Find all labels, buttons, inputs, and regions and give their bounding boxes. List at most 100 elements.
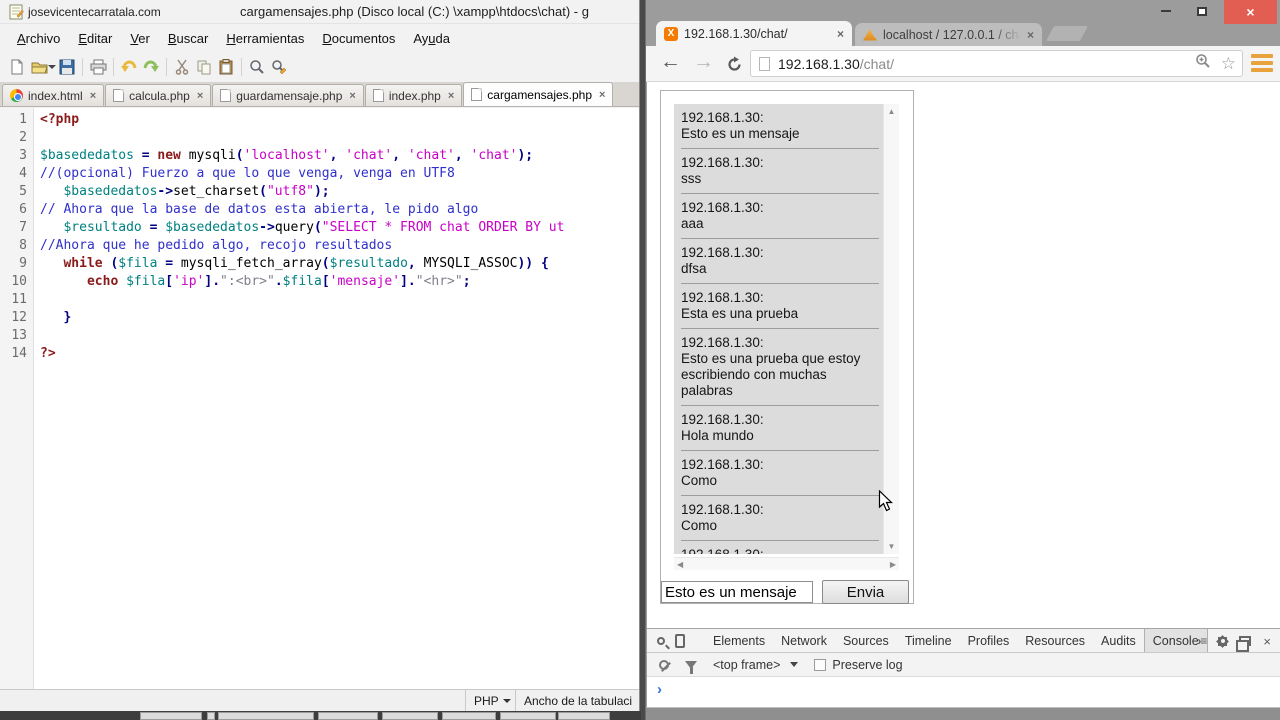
- devtools-tab-network[interactable]: Network: [773, 629, 835, 652]
- tab-close-icon[interactable]: ×: [349, 90, 355, 102]
- taskbar-item[interactable]: [382, 712, 438, 720]
- message-text: Como: [681, 473, 718, 488]
- chrome-file-icon: [10, 89, 23, 102]
- devtools-tab-resources[interactable]: Resources: [1017, 629, 1093, 652]
- code-token: 'chat': [345, 148, 393, 163]
- undo-icon[interactable]: [118, 57, 140, 77]
- devtools-tab-audits[interactable]: Audits: [1093, 629, 1144, 652]
- mouse-cursor: [878, 490, 893, 512]
- redo-icon[interactable]: [140, 57, 162, 77]
- editor-tab-cargamensajes.php[interactable]: cargamensajes.php ×: [463, 82, 614, 106]
- url-text[interactable]: 192.168.1.30/chat/: [778, 56, 1195, 72]
- scroll-up-icon[interactable]: ▲: [884, 107, 899, 116]
- tab-close-icon[interactable]: ×: [599, 89, 605, 101]
- settings-gear-icon[interactable]: [1218, 636, 1228, 646]
- code-line: while ($fila = mysqli_fetch_array($resul…: [40, 255, 564, 273]
- copy-icon[interactable]: [193, 57, 215, 77]
- devtools-tab-timeline[interactable]: Timeline: [897, 629, 960, 652]
- new-file-icon[interactable]: [6, 57, 28, 77]
- clear-console-icon[interactable]: [659, 659, 669, 670]
- tab-close-icon[interactable]: ×: [1027, 28, 1034, 42]
- frame-selector-caret[interactable]: [790, 662, 799, 667]
- frame-selector[interactable]: <top frame>: [713, 658, 780, 672]
- scroll-right-icon[interactable]: ▶: [890, 560, 896, 569]
- browser-tab-1[interactable]: X 192.168.1.30/chat/ ×: [656, 21, 852, 46]
- devtools-panel: Elements Network Sources Timeline Profiles Re…: [647, 628, 1280, 707]
- reload-button[interactable]: [726, 55, 743, 79]
- find-icon[interactable]: [246, 57, 268, 77]
- open-file-icon[interactable]: [28, 57, 50, 77]
- tab-close-icon[interactable]: ×: [837, 27, 844, 41]
- window-maximize-button[interactable]: [1188, 0, 1216, 22]
- chrome-menu-icon[interactable]: [1251, 54, 1273, 72]
- save-icon[interactable]: [56, 57, 78, 77]
- window-minimize-button[interactable]: [1152, 0, 1180, 22]
- paste-icon[interactable]: [215, 57, 237, 77]
- filter-icon[interactable]: [685, 660, 697, 674]
- taskbar-item[interactable]: [207, 712, 215, 720]
- code-token: =: [165, 256, 181, 271]
- code-token: );: [313, 184, 330, 199]
- replace-icon[interactable]: [268, 57, 290, 77]
- vertical-scrollbar[interactable]: ▲ ▼: [883, 104, 899, 554]
- devtools-close-icon[interactable]: ×: [1263, 634, 1271, 649]
- horizontal-scrollbar[interactable]: ◀ ▶: [674, 557, 899, 570]
- print-icon[interactable]: [87, 57, 109, 77]
- tab-close-icon[interactable]: ×: [448, 90, 454, 102]
- message-list[interactable]: 192.168.1.30: Esto es un mensaje 192.168.1…: [674, 104, 883, 554]
- scroll-down-icon[interactable]: ▼: [884, 542, 899, 551]
- devtools-tab-elements[interactable]: Elements: [705, 629, 773, 652]
- code-token: $basededatos: [63, 184, 158, 199]
- code-editor[interactable]: 1 2 3 4 5 6 7 8 9 10 11 12 13 14 <?php $basededatos =…: [0, 108, 639, 689]
- editor-tab-guardamensaje.php[interactable]: guardamensaje.php ×: [212, 84, 364, 106]
- scroll-left-icon[interactable]: ◀: [677, 560, 683, 569]
- editor-tab-index.php[interactable]: index.php ×: [364, 84, 463, 106]
- taskbar-item[interactable]: [500, 712, 556, 720]
- editor-tab-calcula.php[interactable]: calcula.php ×: [105, 84, 212, 106]
- menu-item-archivo[interactable]: Archivo: [8, 27, 69, 50]
- menu-item-ver[interactable]: Ver: [121, 27, 159, 50]
- taskbar-item[interactable]: [442, 712, 496, 720]
- code-token: $fila: [282, 274, 322, 289]
- language-selector[interactable]: PHP: [466, 690, 516, 711]
- taskbar-item[interactable]: [218, 712, 314, 720]
- browser-window: × X 192.168.1.30/chat/× localhost / 127.0.…: [645, 0, 1280, 720]
- devtools-tab-profiles[interactable]: Profiles: [960, 629, 1018, 652]
- code-token: =: [141, 148, 158, 163]
- address-bar[interactable]: 192.168.1.30/chat/ ☆: [750, 50, 1243, 77]
- dock-side-icon[interactable]: [1236, 636, 1252, 652]
- devtools-tab-sources[interactable]: Sources: [835, 629, 897, 652]
- forward-button[interactable]: →: [693, 50, 714, 74]
- send-button[interactable]: Envia: [822, 580, 909, 604]
- bookmark-star-icon[interactable]: ☆: [1221, 55, 1236, 72]
- taskbar-item[interactable]: [558, 712, 610, 720]
- menu-item-ayuda[interactable]: Ayuda: [404, 27, 459, 50]
- open-file-dropdown-caret[interactable]: [48, 65, 56, 69]
- menu-item-editar[interactable]: Editar: [69, 27, 121, 50]
- code-token: .: [274, 274, 283, 289]
- back-button[interactable]: ←: [660, 50, 681, 74]
- tab-close-icon[interactable]: ×: [197, 90, 203, 102]
- editor-tab-index.html[interactable]: index.html ×: [2, 84, 105, 106]
- menu-item-buscar[interactable]: Buscar: [159, 27, 217, 50]
- zoom-search-icon[interactable]: [1195, 53, 1211, 74]
- preserve-log-checkbox[interactable]: [814, 658, 827, 671]
- code-line: //(opcional) Fuerzo a que lo que venga, …: [40, 165, 564, 183]
- taskbar-item[interactable]: [318, 712, 378, 720]
- tab-close-icon[interactable]: ×: [90, 90, 96, 102]
- console-output[interactable]: ›: [647, 677, 1280, 707]
- inspect-search-icon[interactable]: [657, 636, 665, 645]
- message-input[interactable]: [661, 581, 813, 603]
- new-tab-button[interactable]: [1046, 26, 1088, 41]
- toolbar-separator: [166, 58, 167, 76]
- taskbar-item[interactable]: [140, 712, 202, 720]
- console-drawer-icon[interactable]: ›≡: [1197, 634, 1207, 648]
- cut-icon[interactable]: [171, 57, 193, 77]
- browser-tab-2[interactable]: localhost / 127.0.0.1 / chat ×: [855, 23, 1042, 46]
- menu-item-herramientas[interactable]: Herramientas: [217, 27, 313, 50]
- device-mode-icon[interactable]: [675, 633, 685, 648]
- menu-item-documentos[interactable]: Documentos: [313, 27, 404, 50]
- browser-toolbar: ← → 192.168.1.30/chat/ ☆: [646, 46, 1280, 82]
- message-ip: 192.168.1.30:: [681, 290, 764, 305]
